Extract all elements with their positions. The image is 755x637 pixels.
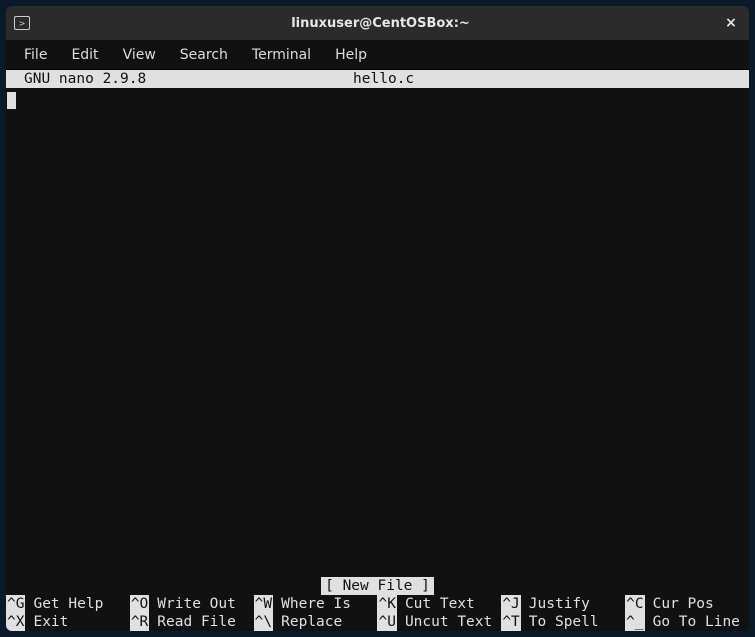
- shortcut-to-spell: ^T To Spell: [501, 613, 625, 631]
- shortcut-get-help: ^G Get Help: [6, 595, 130, 613]
- titlebar: linuxuser@CentOSBox:~ ×: [6, 6, 749, 40]
- shortcut-exit: ^X Exit: [6, 613, 130, 631]
- shortcut-cur-pos: ^C Cur Pos: [625, 595, 749, 613]
- window-title: linuxuser@CentOSBox:~: [40, 16, 721, 31]
- shortcut-where-is: ^W Where Is: [254, 595, 378, 613]
- nano-status-badge: [ New File ]: [321, 577, 434, 595]
- text-cursor: [7, 92, 16, 109]
- nano-shortcuts: ^G Get Help ^O Write Out ^W Where Is ^K …: [6, 595, 749, 631]
- menu-view[interactable]: View: [113, 43, 166, 67]
- terminal-area[interactable]: GNU nano 2.9.8 hello.c [ New File ] ^G G…: [6, 70, 749, 631]
- menu-terminal[interactable]: Terminal: [242, 43, 321, 67]
- terminal-window: linuxuser@CentOSBox:~ × File Edit View S…: [6, 6, 749, 631]
- shortcut-uncut-text: ^U Uncut Text: [377, 613, 501, 631]
- nano-app-name: GNU nano 2.9.8: [14, 70, 146, 88]
- menu-help[interactable]: Help: [325, 43, 377, 67]
- shortcut-go-to-line: ^_ Go To Line: [625, 613, 749, 631]
- menu-file[interactable]: File: [14, 43, 57, 67]
- shortcut-row-1: ^G Get Help ^O Write Out ^W Where Is ^K …: [6, 595, 749, 613]
- shortcut-row-2: ^X Exit ^R Read File ^\ Replace ^U Uncut…: [6, 613, 749, 631]
- menu-search[interactable]: Search: [170, 43, 238, 67]
- menu-edit[interactable]: Edit: [61, 43, 108, 67]
- nano-header: GNU nano 2.9.8 hello.c: [6, 70, 749, 88]
- shortcut-justify: ^J Justify: [501, 595, 625, 613]
- shortcut-read-file: ^R Read File: [130, 613, 254, 631]
- nano-filename: hello.c: [146, 70, 621, 88]
- terminal-icon: [14, 16, 30, 30]
- menubar: File Edit View Search Terminal Help: [6, 40, 749, 70]
- shortcut-write-out: ^O Write Out: [130, 595, 254, 613]
- close-icon[interactable]: ×: [721, 15, 741, 31]
- nano-editor[interactable]: [6, 88, 749, 577]
- nano-status: [ New File ]: [6, 577, 749, 595]
- shortcut-cut-text: ^K Cut Text: [377, 595, 501, 613]
- shortcut-replace: ^\ Replace: [254, 613, 378, 631]
